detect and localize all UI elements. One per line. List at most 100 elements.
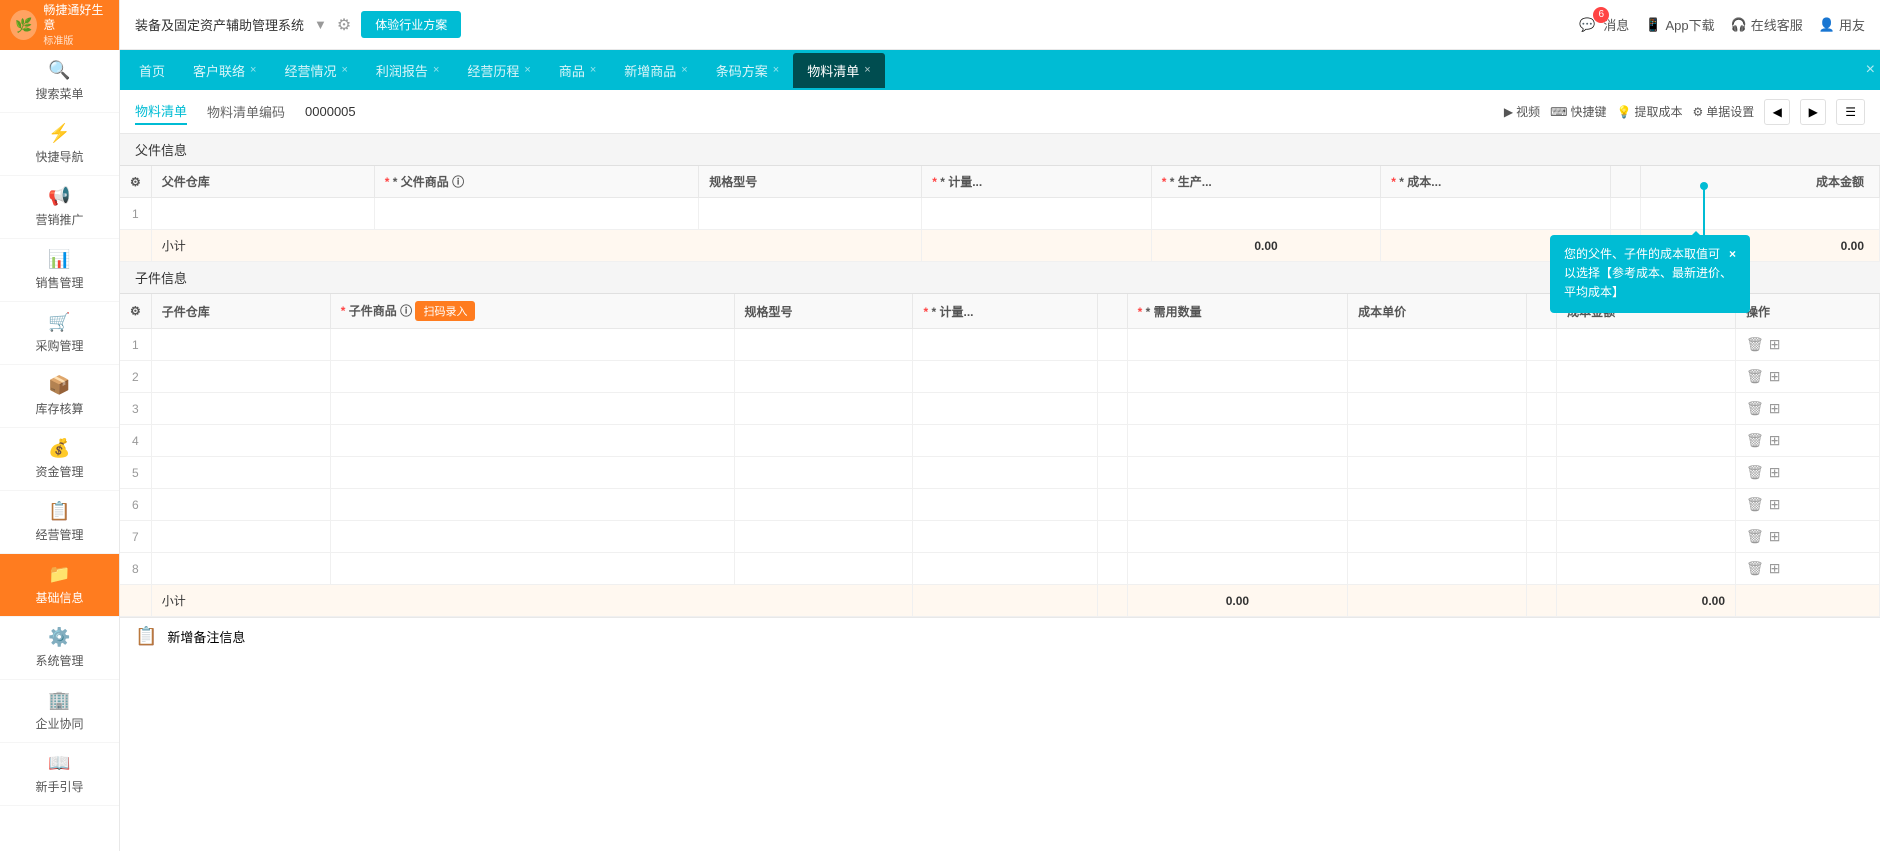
- parent-col-spec: 规格型号: [699, 166, 922, 198]
- child-col-settings[interactable]: ⚙: [120, 294, 151, 329]
- action-video[interactable]: ▶ 视频: [1504, 103, 1540, 120]
- child-cell-product-1[interactable]: [330, 329, 734, 361]
- parent-cell-cost-amount-1[interactable]: [1640, 198, 1879, 230]
- scan-input-btn[interactable]: 扫码录入: [415, 301, 475, 321]
- delete-icon-6[interactable]: 🗑: [1746, 496, 1764, 513]
- copy-icon-7[interactable]: ⊞: [1769, 528, 1781, 545]
- child-cell-qty-1[interactable]: [1127, 329, 1347, 361]
- copy-icon-2[interactable]: ⊞: [1769, 368, 1781, 385]
- parent-cell-warehouse-1[interactable]: [151, 198, 374, 230]
- tab-business-process[interactable]: 经营历程 ×: [453, 53, 544, 88]
- video-icon: ▶: [1504, 105, 1513, 119]
- delete-icon-7[interactable]: 🗑: [1746, 528, 1764, 545]
- copy-icon-4[interactable]: ⊞: [1769, 432, 1781, 449]
- bottom-add-label[interactable]: 新增备注信息: [167, 627, 245, 646]
- sidebar-item-inventory[interactable]: 📦 库存核算: [0, 365, 119, 428]
- child-row-4: 4 🗑 ⊞: [120, 425, 1880, 457]
- sidebar-item-finance[interactable]: 💰 资金管理: [0, 428, 119, 491]
- tab-products-close[interactable]: ×: [590, 64, 596, 76]
- tab-profit-close[interactable]: ×: [433, 64, 439, 76]
- parent-cell-spec-1[interactable]: [699, 198, 922, 230]
- user-item[interactable]: 👤 用友: [1819, 15, 1865, 34]
- message-item[interactable]: 💬 6 消息: [1579, 15, 1629, 34]
- experience-btn[interactable]: 体验行业方案: [361, 11, 461, 38]
- delete-icon-3[interactable]: 🗑: [1746, 400, 1764, 417]
- tab-business-close[interactable]: ×: [524, 64, 530, 76]
- child-cell-qty-2[interactable]: [1127, 361, 1347, 393]
- child-cell-spec-1[interactable]: [734, 329, 913, 361]
- tab-new-product-close[interactable]: ×: [681, 64, 687, 76]
- copy-icon-8[interactable]: ⊞: [1769, 560, 1781, 577]
- app-download-item[interactable]: 📱 App下载: [1645, 15, 1714, 34]
- delete-icon-2[interactable]: 🗑: [1746, 368, 1764, 385]
- tab-ops-close[interactable]: ×: [341, 64, 347, 76]
- child-cell-warehouse-1[interactable]: [151, 329, 330, 361]
- quick-nav-icon: ⚡: [48, 123, 70, 144]
- sidebar-item-purchase[interactable]: 🛒 采购管理: [0, 302, 119, 365]
- child-cell-cost-amount-2[interactable]: [1557, 361, 1736, 393]
- copy-icon-6[interactable]: ⊞: [1769, 496, 1781, 513]
- tab-barcode-close[interactable]: ×: [773, 64, 779, 76]
- tab-close-all[interactable]: ×: [1866, 61, 1875, 79]
- tab-operations-status[interactable]: 经营情况 ×: [270, 53, 361, 88]
- parent-cell-cost-1[interactable]: [1381, 198, 1611, 230]
- delete-icon-1[interactable]: 🗑: [1746, 336, 1764, 353]
- sidebar-item-sales[interactable]: 📊 销售管理: [0, 239, 119, 302]
- child-cell-cost-unit-2[interactable]: [1348, 361, 1527, 393]
- sidebar-item-quick-nav[interactable]: ⚡ 快捷导航: [0, 113, 119, 176]
- action-single-settings[interactable]: ⚙ 单据设置: [1692, 103, 1754, 120]
- child-row-1-num: 1: [120, 329, 151, 361]
- child-cell-unit-1[interactable]: [913, 329, 1097, 361]
- sidebar-inventory-label: 库存核算: [35, 400, 83, 417]
- sidebar-item-enterprise[interactable]: 🏢 企业协同: [0, 680, 119, 743]
- marketing-icon: 📢: [48, 186, 70, 207]
- tooltip-close-btn[interactable]: ×: [1729, 245, 1736, 264]
- delete-icon-5[interactable]: 🗑: [1746, 464, 1764, 481]
- tab-customer-close[interactable]: ×: [250, 64, 256, 76]
- tab-material-list[interactable]: 物料清单 ×: [793, 53, 884, 88]
- sidebar-item-basic-info[interactable]: 📁 基础信息: [0, 554, 119, 617]
- child-cell-warehouse-2[interactable]: [151, 361, 330, 393]
- topbar: 装备及固定资产辅助管理系统 ▼ ⚙ 体验行业方案 💬 6 消息 📱 App下载 …: [120, 0, 1880, 50]
- delete-icon-8[interactable]: 🗑: [1746, 560, 1764, 577]
- copy-icon-1[interactable]: ⊞: [1769, 336, 1781, 353]
- copy-icon-5[interactable]: ⊞: [1769, 464, 1781, 481]
- tab-customer[interactable]: 客户联络 ×: [179, 53, 270, 88]
- sidebar-item-guide[interactable]: 📖 新手引导: [0, 743, 119, 806]
- sidebar-item-search[interactable]: 🔍 搜索菜单: [0, 50, 119, 113]
- tab-products[interactable]: 商品 ×: [545, 53, 610, 88]
- action-extract-cost[interactable]: 💡 提取成本: [1616, 103, 1682, 120]
- child-cell-spec-2[interactable]: [734, 361, 913, 393]
- settings-gear-icon[interactable]: ⚙: [337, 15, 351, 35]
- child-cell-divider-1: [1097, 329, 1127, 361]
- next-page-btn[interactable]: ▶: [1800, 99, 1826, 125]
- sidebar-search-label: 搜索菜单: [35, 85, 83, 102]
- child-cell-unit-2[interactable]: [913, 361, 1097, 393]
- tab-material-close[interactable]: ×: [864, 64, 870, 76]
- sub-tab-material-code[interactable]: 物料清单编码: [207, 99, 285, 124]
- prev-page-btn[interactable]: ◀: [1764, 99, 1790, 125]
- child-row-3: 3 🗑 ⊞: [120, 393, 1880, 425]
- parent-cell-product-1[interactable]: [374, 198, 698, 230]
- child-cell-cost-unit-1[interactable]: [1348, 329, 1527, 361]
- action-shortcut[interactable]: ⌨ 快捷键: [1550, 103, 1606, 120]
- child-cell-product-2[interactable]: [330, 361, 734, 393]
- bottom-add-icon[interactable]: 📋: [135, 626, 157, 647]
- sidebar-item-system[interactable]: ⚙️ 系统管理: [0, 617, 119, 680]
- delete-icon-4[interactable]: 🗑: [1746, 432, 1764, 449]
- child-cell-cost-amount-1[interactable]: [1557, 329, 1736, 361]
- parent-cell-production-1[interactable]: [1151, 198, 1381, 230]
- tab-barcode[interactable]: 条码方案 ×: [702, 53, 793, 88]
- tab-new-product[interactable]: 新增商品 ×: [610, 53, 701, 88]
- message-icon: 💬: [1579, 17, 1595, 33]
- tab-home[interactable]: 首页: [125, 53, 179, 88]
- parent-cell-unit-1[interactable]: [922, 198, 1152, 230]
- sidebar-item-marketing[interactable]: 📢 营销推广: [0, 176, 119, 239]
- parent-col-settings[interactable]: ⚙: [120, 166, 151, 198]
- list-view-btn[interactable]: ☰: [1836, 99, 1865, 125]
- tab-profit-report[interactable]: 利润报告 ×: [362, 53, 453, 88]
- sidebar-item-operations[interactable]: 📋 经营管理: [0, 491, 119, 554]
- sub-tab-material-list[interactable]: 物料清单: [135, 98, 187, 125]
- online-service-item[interactable]: 🎧 在线客服: [1731, 15, 1803, 34]
- copy-icon-3[interactable]: ⊞: [1769, 400, 1781, 417]
